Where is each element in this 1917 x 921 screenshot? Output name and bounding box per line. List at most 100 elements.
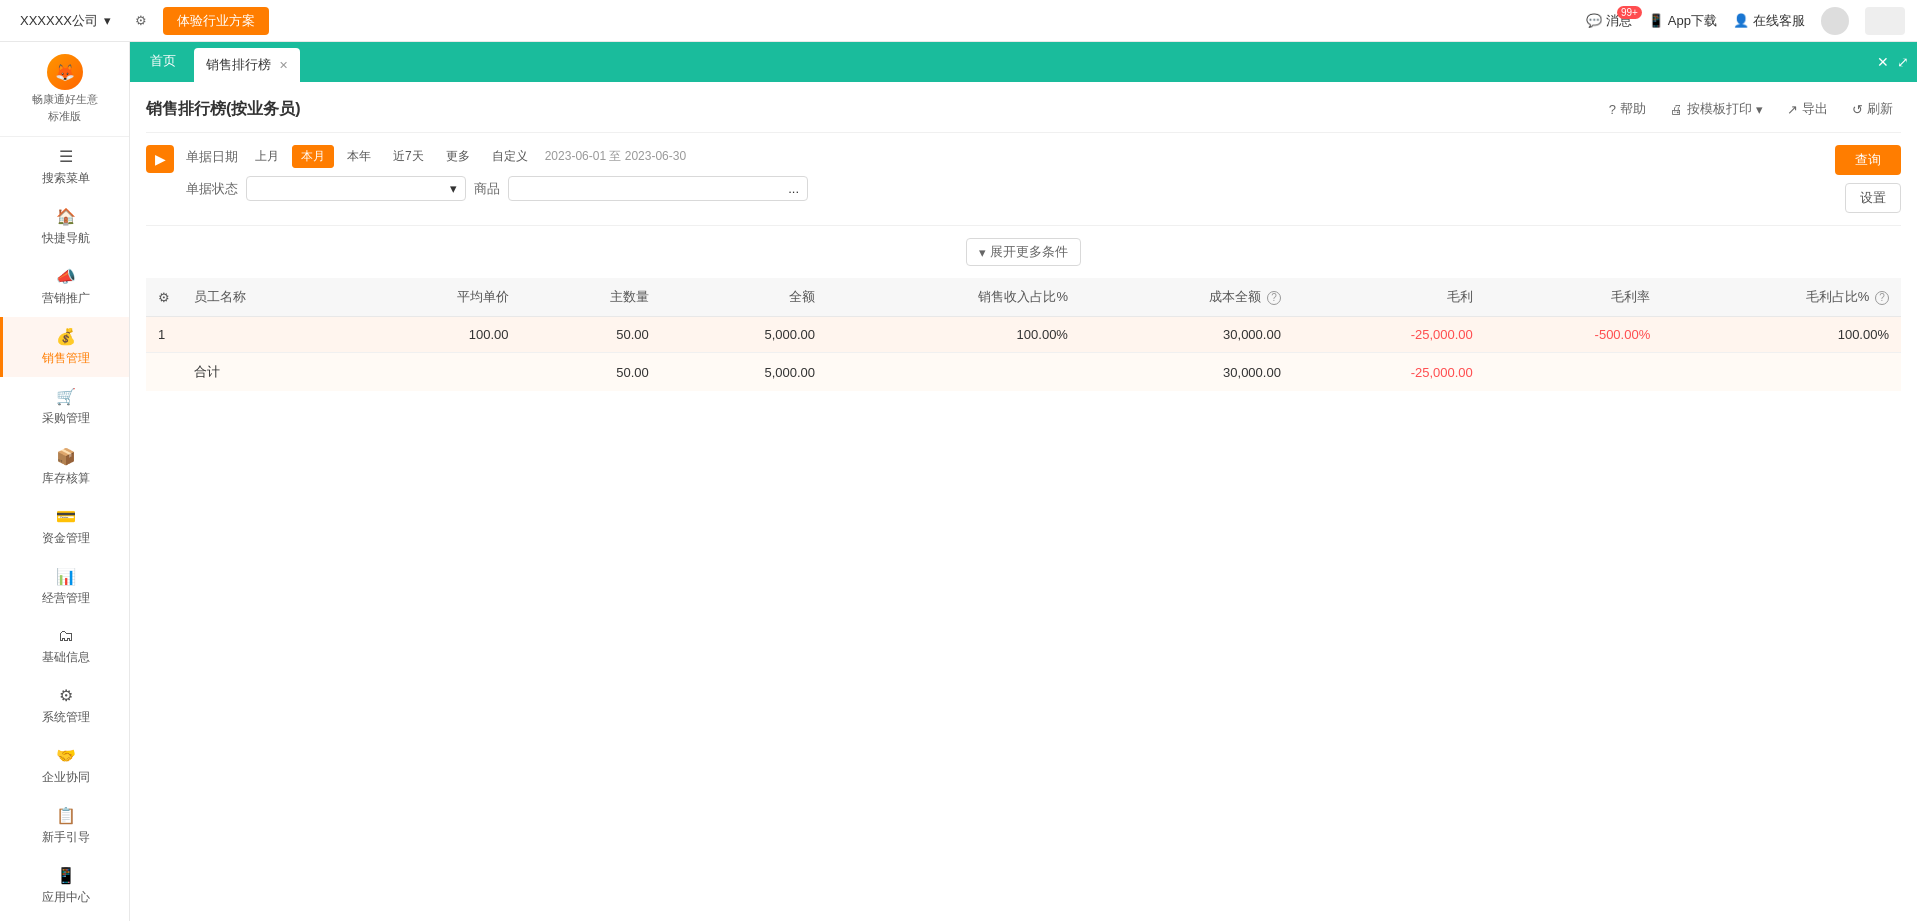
col-settings[interactable]: ⚙ xyxy=(146,278,182,317)
sidebar-item-inventory[interactable]: 📦 库存核算 xyxy=(0,437,129,497)
logo-icon: 🦊 xyxy=(47,54,83,90)
cell-rank: 1 xyxy=(146,317,182,353)
period-last-month[interactable]: 上月 xyxy=(246,145,288,168)
data-table: ⚙ 员工名称 平均单价 主数量 全额 销售收入占比% 成本全额 ? 毛利 毛利率… xyxy=(146,278,1901,391)
export-label: 导出 xyxy=(1802,100,1828,118)
cell-gross-rate: -500.00% xyxy=(1485,317,1662,353)
refresh-button[interactable]: ↺ 刷新 xyxy=(1844,96,1901,122)
page-content: 销售排行榜(按业务员) ? 帮助 🖨 按模板打印 ▾ ↗ xyxy=(130,82,1917,921)
finance-icon: 💳 xyxy=(56,507,76,526)
sidebar-item-guide[interactable]: 📋 新手引导 xyxy=(0,796,129,856)
expand-chevron-icon: ▾ xyxy=(979,245,986,260)
gear-icon: ⚙ xyxy=(135,13,147,28)
query-button[interactable]: 查询 xyxy=(1835,145,1901,175)
sidebar-item-operations[interactable]: 📊 经营管理 xyxy=(0,557,129,617)
col-gross-pct: 毛利占比% ? xyxy=(1662,278,1901,317)
period-7days[interactable]: 近7天 xyxy=(384,145,433,168)
tab-label: 销售排行榜 xyxy=(206,56,271,74)
content-area: 首页 销售排行榜 ✕ ✕ ⤢ 销售排行榜(按业务员) ? 帮助 xyxy=(130,42,1917,921)
filter-row-2: 单据状态 ▾ 商品 ... xyxy=(186,176,1823,201)
sidebar-item-search[interactable]: ☰ 搜索菜单 xyxy=(0,137,129,197)
date-filter-label: 单据日期 xyxy=(186,148,238,166)
sidebar-item-quick-nav[interactable]: 🏠 快捷导航 xyxy=(0,197,129,257)
cell-sales-pct: 100.00% xyxy=(827,317,1080,353)
help-button[interactable]: ? 帮助 xyxy=(1601,96,1654,122)
tab-home[interactable]: 首页 xyxy=(134,42,192,82)
cell-gross: -25,000.00 xyxy=(1293,317,1485,353)
period-more[interactable]: 更多 xyxy=(437,145,479,168)
sidebar-item-system[interactable]: ⚙ 系统管理 xyxy=(0,676,129,736)
cell-gross-pct: 100.00% xyxy=(1662,317,1901,353)
period-custom[interactable]: 自定义 xyxy=(483,145,537,168)
window-expand-icon[interactable]: ⤢ xyxy=(1897,54,1909,70)
apps-icon: 📱 xyxy=(56,866,76,885)
col-cost: 成本全额 ? xyxy=(1080,278,1293,317)
trial-button[interactable]: 体验行业方案 xyxy=(163,7,269,35)
sidebar-item-marketing[interactable]: 📣 营销推广 xyxy=(0,257,129,317)
cost-help-icon[interactable]: ? xyxy=(1267,291,1281,305)
sidebar-item-enterprise[interactable]: 🤝 企业协同 xyxy=(0,736,129,796)
sidebar: 🦊 畅康通好生意 标准版 ☰ 搜索菜单 🏠 快捷导航 📣 营销推广 💰 销售管理… xyxy=(0,42,130,921)
logo-text: 畅康通好生意 xyxy=(32,92,98,107)
period-buttons: 上月 本月 本年 近7天 更多 自定义 xyxy=(246,145,537,168)
service-icon: 👤 xyxy=(1733,13,1749,28)
app-download-label: App下载 xyxy=(1668,12,1717,30)
header-settings-button[interactable]: ⚙ xyxy=(127,7,155,35)
app-download-button[interactable]: 📱 App下载 xyxy=(1648,12,1717,30)
sidebar-item-label: 采购管理 xyxy=(42,410,90,427)
logo-subtext: 标准版 xyxy=(48,109,81,124)
sales-icon: 💰 xyxy=(56,327,76,346)
settings-panel-button[interactable]: 设置 xyxy=(1845,183,1901,213)
goods-select[interactable]: ... xyxy=(508,176,808,201)
window-close-icon[interactable]: ✕ xyxy=(1877,54,1889,70)
online-service-label: 在线客服 xyxy=(1753,12,1805,30)
user-name-area xyxy=(1865,7,1905,35)
search-menu-icon: ☰ xyxy=(59,147,73,166)
footer-label: 合计 xyxy=(182,353,351,392)
table-footer: 合计 50.00 5,000.00 30,000.00 -25,000.00 xyxy=(146,353,1901,392)
sidebar-item-label: 营销推广 xyxy=(42,290,90,307)
guide-icon: 📋 xyxy=(56,806,76,825)
sidebar-item-label: 应用中心 xyxy=(42,889,90,906)
status-select[interactable]: ▾ xyxy=(246,176,466,201)
footer-empty1 xyxy=(146,353,182,392)
operations-icon: 📊 xyxy=(56,567,76,586)
enterprise-icon: 🤝 xyxy=(56,746,76,765)
sidebar-item-label: 新手引导 xyxy=(42,829,90,846)
main-layout: 🦊 畅康通好生意 标准版 ☰ 搜索菜单 🏠 快捷导航 📣 营销推广 💰 销售管理… xyxy=(0,42,1917,921)
sidebar-item-label: 搜索菜单 xyxy=(42,170,90,187)
avatar[interactable] xyxy=(1821,7,1849,35)
tab-sales-ranking[interactable]: 销售排行榜 ✕ xyxy=(194,48,300,82)
period-current-month[interactable]: 本月 xyxy=(292,145,334,168)
sidebar-item-wechat[interactable]: 💬 企业微信 xyxy=(0,916,129,921)
sidebar-item-finance[interactable]: 💳 资金管理 xyxy=(0,497,129,557)
export-button[interactable]: ↗ 导出 xyxy=(1779,96,1836,122)
company-chevron: ▾ xyxy=(104,13,111,28)
sidebar-item-purchase[interactable]: 🛒 采购管理 xyxy=(0,377,129,437)
cell-amount: 5,000.00 xyxy=(661,317,827,353)
table-header: ⚙ 员工名称 平均单价 主数量 全额 销售收入占比% 成本全额 ? 毛利 毛利率… xyxy=(146,278,1901,317)
page-title: 销售排行榜(按业务员) xyxy=(146,99,301,120)
filter-row-1: 单据日期 上月 本月 本年 近7天 更多 自定义 2023-06-01 至 20… xyxy=(186,145,1823,168)
sidebar-item-label: 库存核算 xyxy=(42,470,90,487)
expand-conditions-button[interactable]: ▾ 展开更多条件 xyxy=(966,238,1081,266)
period-current-year[interactable]: 本年 xyxy=(338,145,380,168)
sidebar-item-apps[interactable]: 📱 应用中心 xyxy=(0,856,129,916)
status-filter-label: 单据状态 xyxy=(186,180,238,198)
sidebar-item-label: 快捷导航 xyxy=(42,230,90,247)
sidebar-item-sales[interactable]: 💰 销售管理 xyxy=(0,317,129,377)
col-amount: 全额 xyxy=(661,278,827,317)
online-service-button[interactable]: 👤 在线客服 xyxy=(1733,12,1805,30)
goods-more: ... xyxy=(788,181,799,196)
print-button[interactable]: 🖨 按模板打印 ▾ xyxy=(1662,96,1771,122)
date-range-display: 2023-06-01 至 2023-06-30 xyxy=(545,148,686,165)
tab-close-button[interactable]: ✕ xyxy=(279,59,288,72)
company-selector[interactable]: XXXXXX公司 ▾ xyxy=(12,8,119,34)
sidebar-item-basic[interactable]: 🗂 基础信息 xyxy=(0,617,129,676)
sidebar-item-label: 企业协同 xyxy=(42,769,90,786)
gross-pct-help-icon[interactable]: ? xyxy=(1875,291,1889,305)
footer-cost: 30,000.00 xyxy=(1080,353,1293,392)
filter-collapse-arrow[interactable]: ▶ xyxy=(146,145,174,173)
purchase-icon: 🛒 xyxy=(56,387,76,406)
message-button[interactable]: 💬 消息 99+ xyxy=(1586,12,1632,30)
